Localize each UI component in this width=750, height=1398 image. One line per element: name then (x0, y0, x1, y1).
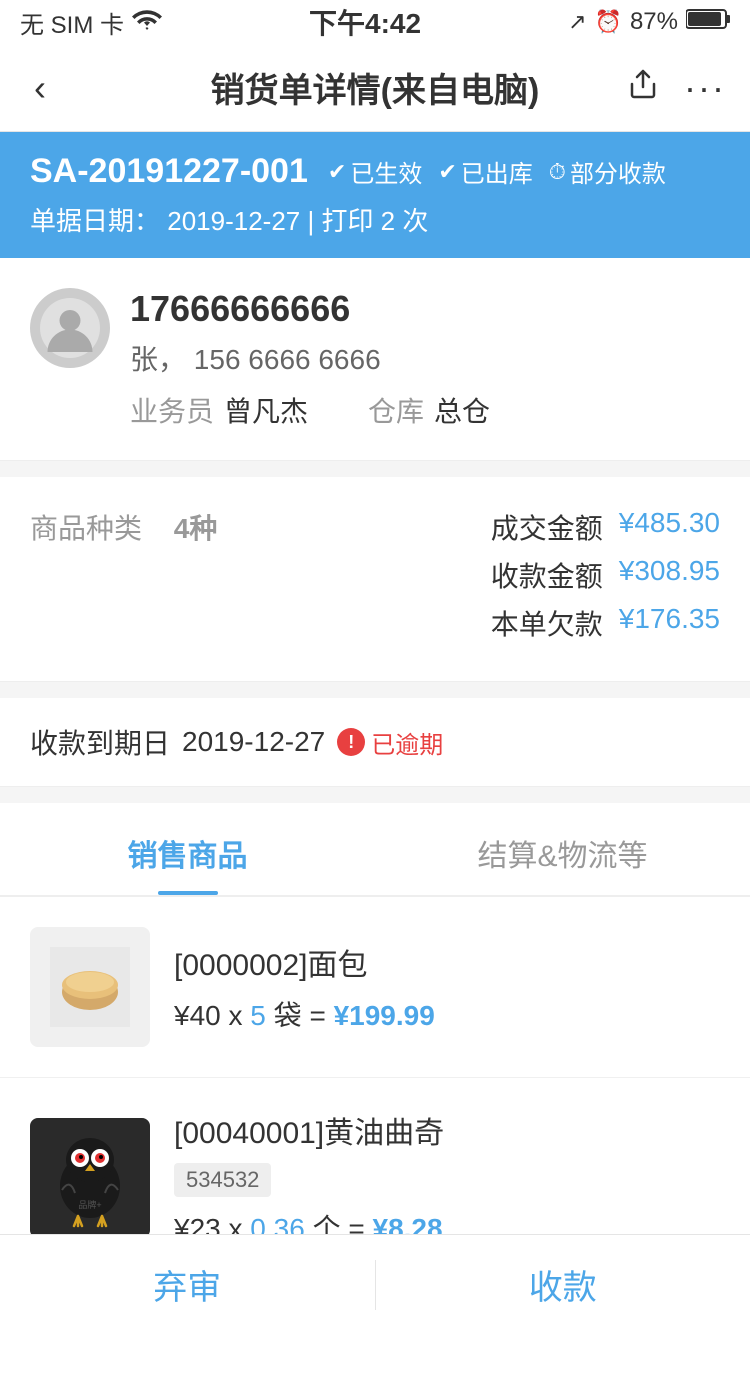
date-label: 单据日期： (30, 206, 160, 236)
overdue-badge: ! 已逾期 (337, 725, 443, 760)
product-kinds-label: 商品种类 (30, 513, 142, 544)
confirm-payment-button[interactable]: 收款 (376, 1240, 750, 1329)
more-button[interactable]: ··· (684, 67, 726, 109)
nav-right-actions: ··· (626, 67, 726, 109)
status-bar-left: 无 SIM 卡 (20, 5, 162, 40)
warehouse-label: 仓库 (368, 390, 424, 430)
customer-avatar (30, 288, 110, 368)
product-kinds-info: 商品种类 4种 (30, 507, 225, 547)
arrears-value: ¥176.35 (619, 603, 720, 643)
order-header-banner: SA-20191227-001 ✔ 已生效 ✔ 已出库 ⏱ 部分收款 单据日期：… (0, 132, 750, 258)
product-qty: 5 (250, 1000, 266, 1031)
tabs-section: 销售商品 结算&物流等 (0, 803, 750, 897)
status-bar-time: 下午4:42 (309, 2, 421, 42)
product-name-bread: [0000002]面包 (174, 940, 720, 984)
wifi-icon (132, 8, 162, 37)
svg-text:品牌+: 品牌+ (78, 1199, 101, 1210)
cancel-button[interactable]: 弃审 (0, 1240, 375, 1329)
alarm-icon: ⏰ (595, 9, 622, 35)
check-icon-2: ✔ (438, 159, 456, 185)
status-bar: 无 SIM 卡 下午4:42 ↗ ⏰ 87% (0, 0, 750, 44)
summary-section: 商品种类 4种 成交金额 ¥485.30 收款金额 ¥308.95 本单欠款 ¥… (0, 477, 750, 682)
battery-icon (686, 8, 730, 37)
product-unit-price: ¥40 (174, 1000, 221, 1031)
sim-status: 无 SIM 卡 (20, 5, 124, 40)
share-button[interactable] (626, 67, 660, 109)
print-info: | 打印 2 次 (307, 206, 428, 236)
customer-section: 17666666666 张， 156 6666 6666 业务员 曾凡杰 仓库 … (0, 258, 750, 461)
product-thumbnail-bread (30, 927, 150, 1047)
product-details-cookie: [00040001]黄油曲奇 534532 ¥23 x 0.36 个 = ¥8.… (174, 1108, 720, 1247)
deal-amount-value: ¥485.30 (619, 507, 720, 547)
check-icon-1: ✔ (328, 159, 346, 185)
collection-amount-value: ¥308.95 (619, 555, 720, 595)
product-thumbnail-cookie: 品牌+ (30, 1118, 150, 1238)
product-name-cookie: [00040001]黄油曲奇 (174, 1108, 720, 1152)
arrears-label: 本单欠款 (491, 603, 603, 643)
status-dispatched: ✔ 已出库 (438, 154, 532, 189)
order-id: SA-20191227-001 (30, 152, 308, 191)
status-bar-right: ↗ ⏰ 87% (568, 8, 730, 37)
product-sku-cookie: 534532 (174, 1163, 271, 1197)
staff-name: 曾凡杰 (224, 390, 308, 430)
customer-info: 17666666666 张， 156 6666 6666 业务员 曾凡杰 仓库 … (130, 288, 720, 430)
staff-label: 业务员 (130, 390, 214, 430)
order-date: 2019-12-27 (167, 206, 300, 236)
overdue-text: 已逾期 (371, 725, 443, 760)
product-kinds-value: 4种 (174, 513, 218, 544)
status-partial-payment: ⏱ 部分收款 (549, 154, 666, 189)
bottom-bar: 弃审 收款 (0, 1234, 750, 1334)
product-total: ¥199.99 (334, 1000, 435, 1031)
product-item: [0000002]面包 ¥40 x 5 袋 = ¥199.99 (0, 897, 750, 1078)
back-button[interactable]: ‹ (24, 57, 56, 119)
warehouse-info: 仓库 总仓 (368, 390, 490, 430)
product-details-bread: [0000002]面包 ¥40 x 5 袋 = ¥199.99 (174, 940, 720, 1034)
overdue-icon: ! (337, 728, 365, 756)
customer-contact: 张， 156 6666 6666 (130, 338, 720, 378)
due-date-section: 收款到期日 2019-12-27 ! 已逾期 (0, 698, 750, 787)
battery-level: 87% (630, 8, 678, 36)
due-date-value: 2019-12-27 (182, 726, 325, 758)
nav-bar: ‹ 销货单详情(来自电脑) ··· (0, 44, 750, 132)
due-date-label: 收款到期日 (30, 722, 170, 762)
amount-summary: 成交金额 ¥485.30 收款金额 ¥308.95 本单欠款 ¥176.35 (491, 507, 720, 651)
tab-sales-products[interactable]: 销售商品 (0, 803, 375, 895)
customer-account: 17666666666 (130, 288, 720, 330)
staff-info: 业务员 曾凡杰 (130, 390, 308, 430)
warehouse-name: 总仓 (434, 390, 490, 430)
deal-amount-label: 成交金额 (491, 507, 603, 547)
status-effective: ✔ 已生效 (328, 154, 422, 189)
clock-icon: ⏱ (549, 159, 566, 185)
tab-settlement-logistics[interactable]: 结算&物流等 (375, 803, 750, 895)
product-price-bread: ¥40 x 5 袋 = ¥199.99 (174, 994, 720, 1034)
location-icon: ↗ (568, 9, 586, 35)
order-date-info: 单据日期： 2019-12-27 | 打印 2 次 (30, 201, 720, 238)
collection-amount-label: 收款金额 (491, 555, 603, 595)
page-title: 销货单详情(来自电脑) (211, 63, 540, 112)
